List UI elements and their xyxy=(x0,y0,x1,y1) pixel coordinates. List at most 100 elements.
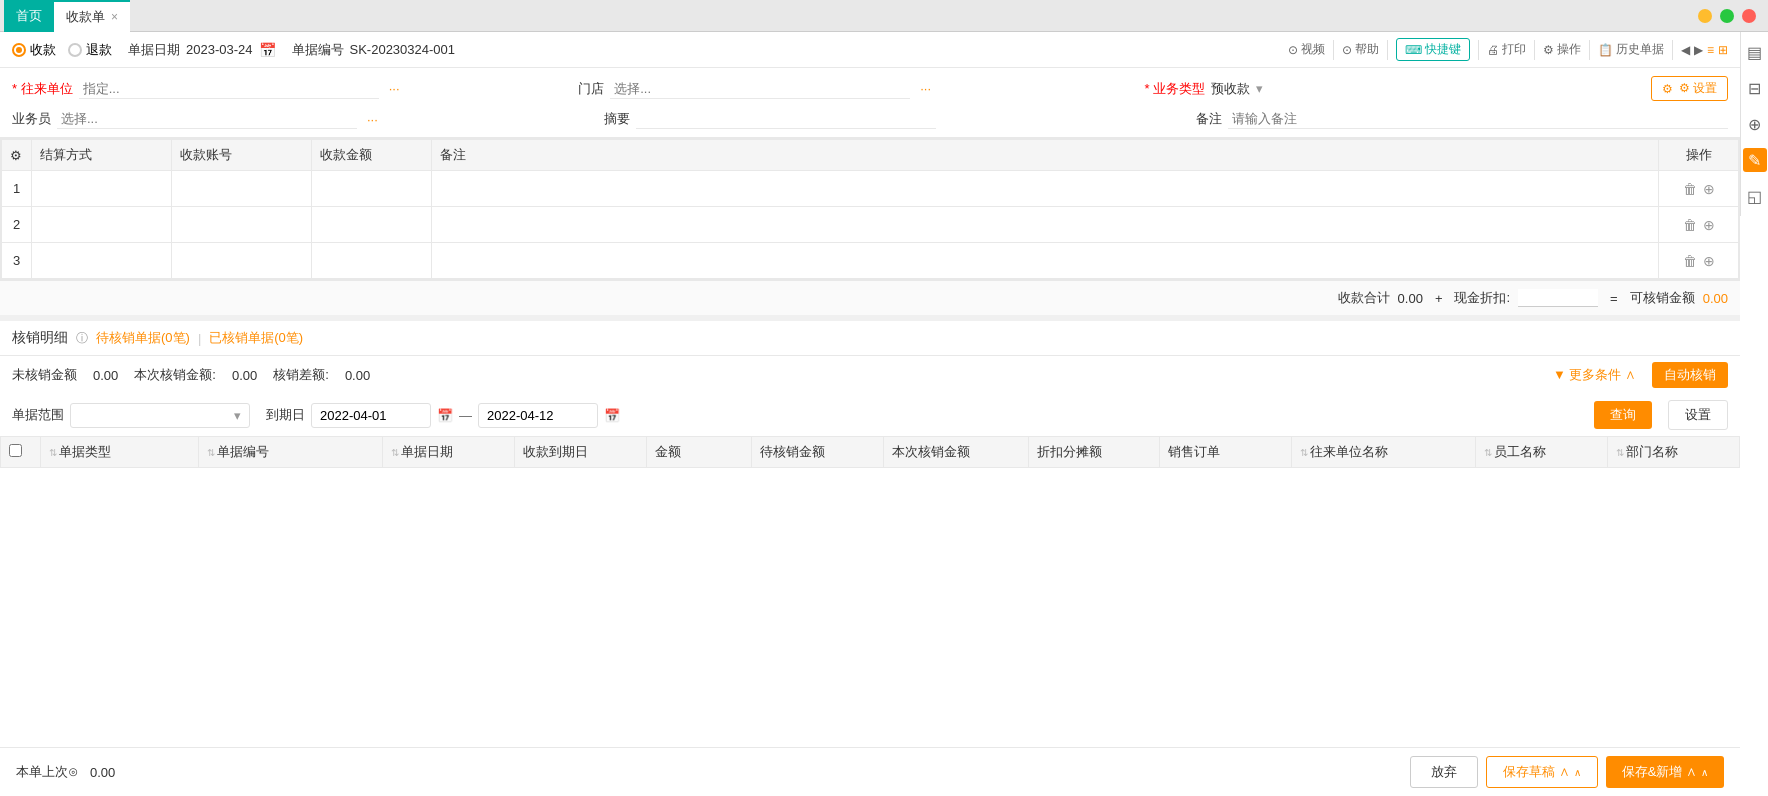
col-dept-header: ⇅部门名称 xyxy=(1608,437,1740,468)
date-from-input[interactable] xyxy=(311,403,431,428)
business-type-field: * 业务类型 预收款 ▾ xyxy=(1144,80,1397,98)
cell-note-1[interactable] xyxy=(432,171,1659,207)
copy-icon-2[interactable]: ⊕ xyxy=(1703,217,1715,233)
receipt-table: ⚙ 结算方式 收款账号 收款金额 备注 操作 xyxy=(1,139,1739,279)
auto-verify-btn[interactable]: 自动核销 xyxy=(1652,362,1728,388)
toolbar-right: ⊙ 视频 ⊙ 帮助 ⌨ 快捷键 🖨 打印 ⚙ 操作 xyxy=(1288,38,1728,61)
cell-amount-2[interactable] xyxy=(312,207,432,243)
shortcut-btn[interactable]: ⌨ 快捷键 xyxy=(1396,38,1470,61)
cell-account-2[interactable] xyxy=(172,207,312,243)
col-gear[interactable]: ⚙ xyxy=(2,140,32,171)
counterpart-more-btn[interactable]: ··· xyxy=(385,81,404,96)
help-btn[interactable]: ⊙ 帮助 xyxy=(1342,41,1379,58)
toolbar: 收款 退款 单据日期 2023-03-24 📅 单据编号 SK-20230324… xyxy=(0,32,1740,68)
divider6 xyxy=(1672,40,1673,60)
summary-input[interactable] xyxy=(636,109,936,129)
form-row-1: * 往来单位 ··· 门店 ··· * 业务类型 预收款 ▾ ⚙ ⚙ 设置 xyxy=(12,76,1728,101)
copy-icon-3[interactable]: ⊕ xyxy=(1703,253,1715,269)
form-area: * 往来单位 ··· 门店 ··· * 业务类型 预收款 ▾ ⚙ ⚙ 设置 xyxy=(0,68,1740,138)
minimize-button[interactable] xyxy=(1698,9,1712,23)
divider5 xyxy=(1589,40,1590,60)
pending-tab[interactable]: 待核销单据(0笔) xyxy=(96,329,190,347)
col-date-header: ⇅单据日期 xyxy=(383,437,515,468)
list-icon[interactable]: ≡ xyxy=(1707,43,1714,57)
gear-icon: ⚙ xyxy=(1662,82,1673,96)
main-content: 收款 退款 单据日期 2023-03-24 📅 单据编号 SK-20230324… xyxy=(0,32,1768,796)
radio-receipt[interactable]: 收款 xyxy=(12,41,56,59)
verification-table: ⇅单据类型 ⇅单据编号 ⇅单据日期 收款到期日 金额 xyxy=(0,436,1740,468)
radio-refund[interactable]: 退款 xyxy=(68,41,112,59)
grid-icon[interactable]: ⊞ xyxy=(1718,43,1728,57)
calendar-from-icon[interactable]: 📅 xyxy=(437,408,453,423)
delete-icon-3[interactable]: 🗑 xyxy=(1683,253,1697,269)
filter-row: 单据范围 ▾ 到期日 📅 — 📅 查询 设置 xyxy=(0,394,1740,436)
settings-button[interactable]: ⚙ ⚙ 设置 xyxy=(1651,76,1728,101)
done-tab[interactable]: 已核销单据(0笔) xyxy=(209,329,303,347)
tab-home[interactable]: 首页 xyxy=(4,0,54,32)
date-to-input[interactable] xyxy=(478,403,598,428)
shop-input[interactable] xyxy=(610,79,910,99)
col-note-header: 备注 xyxy=(432,140,1659,171)
summary-label: 摘要 xyxy=(604,110,630,128)
print-btn[interactable]: 🖨 打印 xyxy=(1487,41,1526,58)
cell-account-3[interactable] xyxy=(172,243,312,279)
stats-row: 未核销金额 0.00 本次核销金额: 0.00 核销差额: 0.00 ▼ 更多条… xyxy=(0,356,1740,394)
cell-account-1[interactable] xyxy=(172,171,312,207)
salesperson-more-btn[interactable]: ··· xyxy=(363,112,382,127)
cell-amount-1[interactable] xyxy=(312,171,432,207)
copy-icon-1[interactable]: ⊕ xyxy=(1703,181,1715,197)
select-all-checkbox[interactable] xyxy=(9,444,22,457)
range-select[interactable]: ▾ xyxy=(70,403,250,428)
sidebar-expand-icon[interactable]: ◱ xyxy=(1743,184,1767,208)
summary-field: 摘要 xyxy=(604,109,1136,129)
sidebar-list-icon[interactable]: ⊟ xyxy=(1743,76,1767,100)
note-label: 备注 xyxy=(1196,110,1222,128)
next-icon[interactable]: ▶ xyxy=(1694,43,1703,57)
tab-receipt[interactable]: 收款单 × xyxy=(54,0,130,32)
save-new-button[interactable]: 保存&新增 ∧ ∧ xyxy=(1606,756,1724,788)
note-input[interactable] xyxy=(1228,109,1728,129)
sidebar-attach-icon[interactable]: ⊕ xyxy=(1743,112,1767,136)
bottom-value: 0.00 xyxy=(90,765,115,780)
col-checkbox[interactable] xyxy=(1,437,41,468)
dropdown-arrow-icon[interactable]: ▾ xyxy=(1256,81,1263,96)
close-button[interactable] xyxy=(1742,9,1756,23)
counterpart-input[interactable] xyxy=(79,79,379,99)
delete-icon-1[interactable]: 🗑 xyxy=(1683,181,1697,197)
shop-more-btn[interactable]: ··· xyxy=(916,81,935,96)
cell-note-3[interactable] xyxy=(432,243,1659,279)
cell-note-2[interactable] xyxy=(432,207,1659,243)
more-conditions-btn[interactable]: ▼ 更多条件 ∧ xyxy=(1553,366,1636,384)
discount-input[interactable] xyxy=(1518,289,1598,307)
cell-payment-3[interactable] xyxy=(32,243,172,279)
sidebar-edit-icon[interactable]: ✎ xyxy=(1743,148,1767,172)
operation-btn[interactable]: ⚙ 操作 xyxy=(1543,41,1581,58)
calendar-to-icon[interactable]: 📅 xyxy=(604,408,620,423)
print-icon: 🖨 xyxy=(1487,43,1499,57)
radio-group: 收款 退款 xyxy=(12,41,112,59)
save-draft-button[interactable]: 保存草稿 ∧ ∧ xyxy=(1486,756,1598,788)
filter-settings-button[interactable]: 设置 xyxy=(1668,400,1728,430)
discard-button[interactable]: 放弃 xyxy=(1410,756,1478,788)
row-num-3: 3 xyxy=(2,243,32,279)
video-btn[interactable]: ⊙ 视频 xyxy=(1288,41,1325,58)
delete-icon-2[interactable]: 🗑 xyxy=(1683,217,1697,233)
divider4 xyxy=(1534,40,1535,60)
salesperson-input[interactable] xyxy=(57,109,357,129)
history-btn[interactable]: 📋 历史单据 xyxy=(1598,41,1664,58)
col-counterpart-header: ⇅往来单位名称 xyxy=(1292,437,1476,468)
section-title: 核销明细 xyxy=(12,329,68,347)
cell-payment-2[interactable] xyxy=(32,207,172,243)
cell-amount-3[interactable] xyxy=(312,243,432,279)
note-field: 备注 xyxy=(1196,109,1728,129)
calendar-icon[interactable]: 📅 xyxy=(259,42,276,58)
sidebar-table-icon[interactable]: ▤ xyxy=(1743,40,1767,64)
prev-icon[interactable]: ◀ xyxy=(1681,43,1690,57)
cell-payment-1[interactable] xyxy=(32,171,172,207)
col-current-header: 本次核销金额 xyxy=(883,437,1028,468)
tab-close-icon[interactable]: × xyxy=(111,10,118,24)
info-icon[interactable]: ⓘ xyxy=(76,330,88,347)
col-employee-header: ⇅员工名称 xyxy=(1476,437,1608,468)
maximize-button[interactable] xyxy=(1720,9,1734,23)
query-button[interactable]: 查询 xyxy=(1594,401,1652,429)
